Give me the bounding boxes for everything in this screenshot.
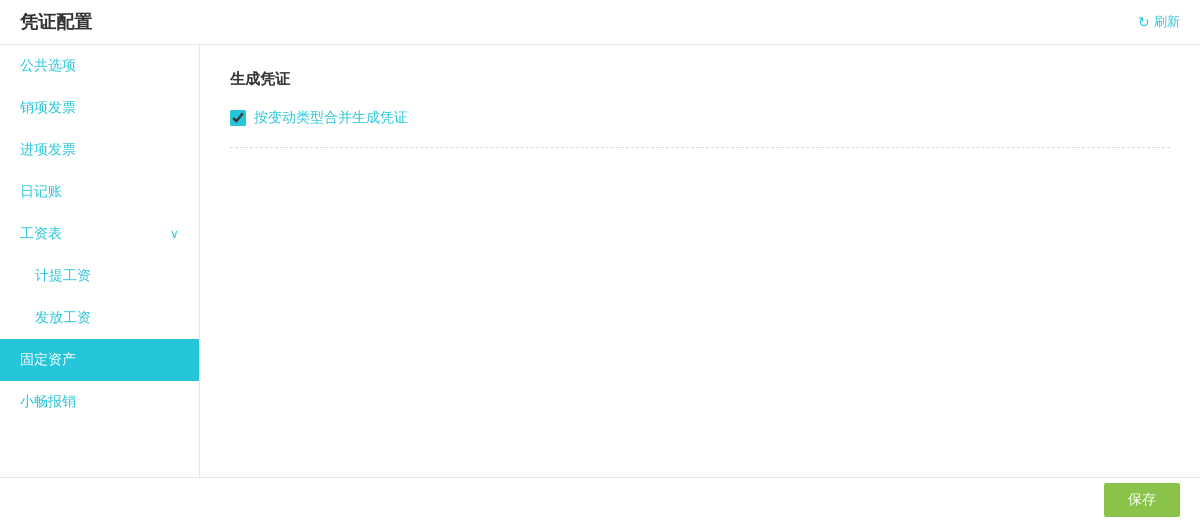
sidebar-item-label: 日记账: [20, 183, 62, 201]
checkbox-row: 按变动类型合并生成凭证: [230, 109, 1170, 127]
sidebar-item-label: 小畅报销: [20, 393, 76, 411]
sidebar-item-expense-report[interactable]: 小畅报销: [0, 381, 199, 423]
save-button[interactable]: 保存: [1104, 483, 1180, 517]
refresh-icon: ↻: [1138, 14, 1150, 30]
section-divider: [230, 147, 1170, 148]
sidebar-item-label: 工资表: [20, 225, 62, 243]
sidebar-item-label: 进项发票: [20, 141, 76, 159]
main-layout: 公共选项销项发票进项发票日记账工资表 ∨ 计提工资发放工资固定资产小畅报销 生成凭证…: [0, 45, 1200, 477]
sidebar-item-label: 发放工资: [35, 309, 91, 327]
sidebar: 公共选项销项发票进项发票日记账工资表 ∨ 计提工资发放工资固定资产小畅报销: [0, 45, 200, 477]
main-content: 生成凭证 按变动类型合并生成凭证: [200, 45, 1200, 477]
merge-by-type-label[interactable]: 按变动类型合并生成凭证: [254, 109, 408, 127]
refresh-button[interactable]: ↻ 刷新: [1138, 13, 1180, 31]
sidebar-item-pay-salary[interactable]: 发放工资: [0, 297, 199, 339]
sidebar-item-purchase-invoice[interactable]: 进项发票: [0, 129, 199, 171]
sidebar-item-calc-salary[interactable]: 计提工资: [0, 255, 199, 297]
sidebar-item-label: 销项发票: [20, 99, 76, 117]
sidebar-item-label: 公共选项: [20, 57, 76, 75]
chevron-down-icon: ∨: [170, 227, 179, 241]
section-title: 生成凭证: [230, 70, 1170, 89]
page-title: 凭证配置: [20, 10, 92, 34]
sidebar-item-sales-invoice[interactable]: 销项发票: [0, 87, 199, 129]
sidebar-item-fixed-assets[interactable]: 固定资产: [0, 339, 199, 381]
page-header: 凭证配置 ↻ 刷新: [0, 0, 1200, 45]
sidebar-item-public-options[interactable]: 公共选项: [0, 45, 199, 87]
merge-by-type-checkbox[interactable]: [230, 110, 246, 126]
sidebar-item-label: 计提工资: [35, 267, 91, 285]
sidebar-item-payroll-table[interactable]: 工资表 ∨: [0, 213, 199, 255]
sidebar-item-label: 固定资产: [20, 351, 76, 369]
page-footer: 保存: [0, 477, 1200, 522]
refresh-label: 刷新: [1154, 13, 1180, 31]
sidebar-item-journal[interactable]: 日记账: [0, 171, 199, 213]
